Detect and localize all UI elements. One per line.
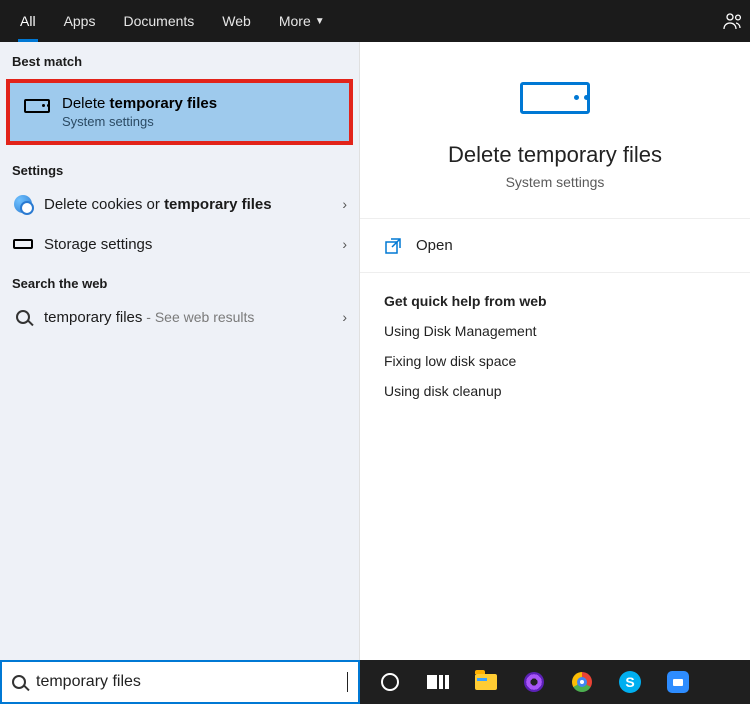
- help-heading: Get quick help from web: [384, 293, 726, 309]
- cortana-button[interactable]: [368, 662, 412, 702]
- section-best-match: Best match: [0, 42, 359, 75]
- zoom-icon: [667, 671, 689, 693]
- drive-icon: [13, 239, 33, 249]
- zoom-button[interactable]: [656, 662, 700, 702]
- chrome-button[interactable]: [560, 662, 604, 702]
- drive-icon: [24, 99, 50, 113]
- help-link-disk-cleanup[interactable]: Using disk cleanup: [384, 383, 726, 399]
- result-storage-settings[interactable]: Storage settings ›: [0, 224, 359, 264]
- help-link-disk-management[interactable]: Using Disk Management: [384, 323, 726, 339]
- result-delete-cookies[interactable]: Delete cookies or temporary files ›: [0, 184, 359, 224]
- search-box[interactable]: [0, 660, 360, 704]
- search-scope-tabs: All Apps Documents Web More ▼: [0, 0, 750, 42]
- tab-web[interactable]: Web: [208, 0, 265, 42]
- chrome-icon: [572, 672, 592, 692]
- chevron-right-icon: ›: [342, 236, 347, 252]
- section-settings: Settings: [0, 151, 359, 184]
- tab-apps[interactable]: Apps: [50, 0, 110, 42]
- media-app-button[interactable]: [512, 662, 556, 702]
- tab-more[interactable]: More ▼: [265, 0, 339, 42]
- circle-icon: [381, 673, 399, 691]
- open-action[interactable]: Open: [360, 219, 750, 273]
- search-icon: [12, 675, 26, 689]
- taskbar: S: [360, 660, 750, 704]
- text-caret: [347, 672, 348, 692]
- chevron-right-icon: ›: [342, 309, 347, 325]
- help-link-low-disk-space[interactable]: Fixing low disk space: [384, 353, 726, 369]
- open-label: Open: [416, 237, 453, 254]
- chevron-down-icon: ▼: [315, 16, 325, 27]
- search-input[interactable]: [36, 673, 347, 691]
- disc-icon: [524, 672, 544, 692]
- preview-panel: Delete temporary files System settings O…: [360, 42, 750, 660]
- globe-cookie-icon: [14, 195, 32, 213]
- best-match-title: Delete temporary files: [62, 95, 217, 112]
- result-label: Storage settings: [44, 236, 342, 253]
- task-view-button[interactable]: [416, 662, 460, 702]
- best-match-subtitle: System settings: [62, 114, 217, 129]
- open-icon: [384, 237, 402, 255]
- section-search-web: Search the web: [0, 264, 359, 297]
- people-icon[interactable]: [722, 10, 744, 32]
- preview-title: Delete temporary files: [448, 142, 662, 168]
- tab-documents[interactable]: Documents: [109, 0, 208, 42]
- result-label: Delete cookies or temporary files: [44, 196, 342, 213]
- best-match-result[interactable]: Delete temporary files System settings: [6, 79, 353, 145]
- tab-more-label: More: [279, 13, 311, 29]
- preview-subtitle: System settings: [506, 174, 605, 190]
- skype-icon: S: [619, 671, 641, 693]
- drive-icon: [520, 82, 590, 114]
- task-view-icon: [427, 675, 449, 689]
- file-explorer-button[interactable]: [464, 662, 508, 702]
- results-panel: Best match Delete temporary files System…: [0, 42, 360, 660]
- search-icon: [16, 310, 30, 324]
- skype-button[interactable]: S: [608, 662, 652, 702]
- result-label: temporary files - See web results: [44, 309, 342, 326]
- tab-all[interactable]: All: [6, 0, 50, 42]
- chevron-right-icon: ›: [342, 196, 347, 212]
- folder-icon: [475, 674, 497, 690]
- result-web-search[interactable]: temporary files - See web results ›: [0, 297, 359, 337]
